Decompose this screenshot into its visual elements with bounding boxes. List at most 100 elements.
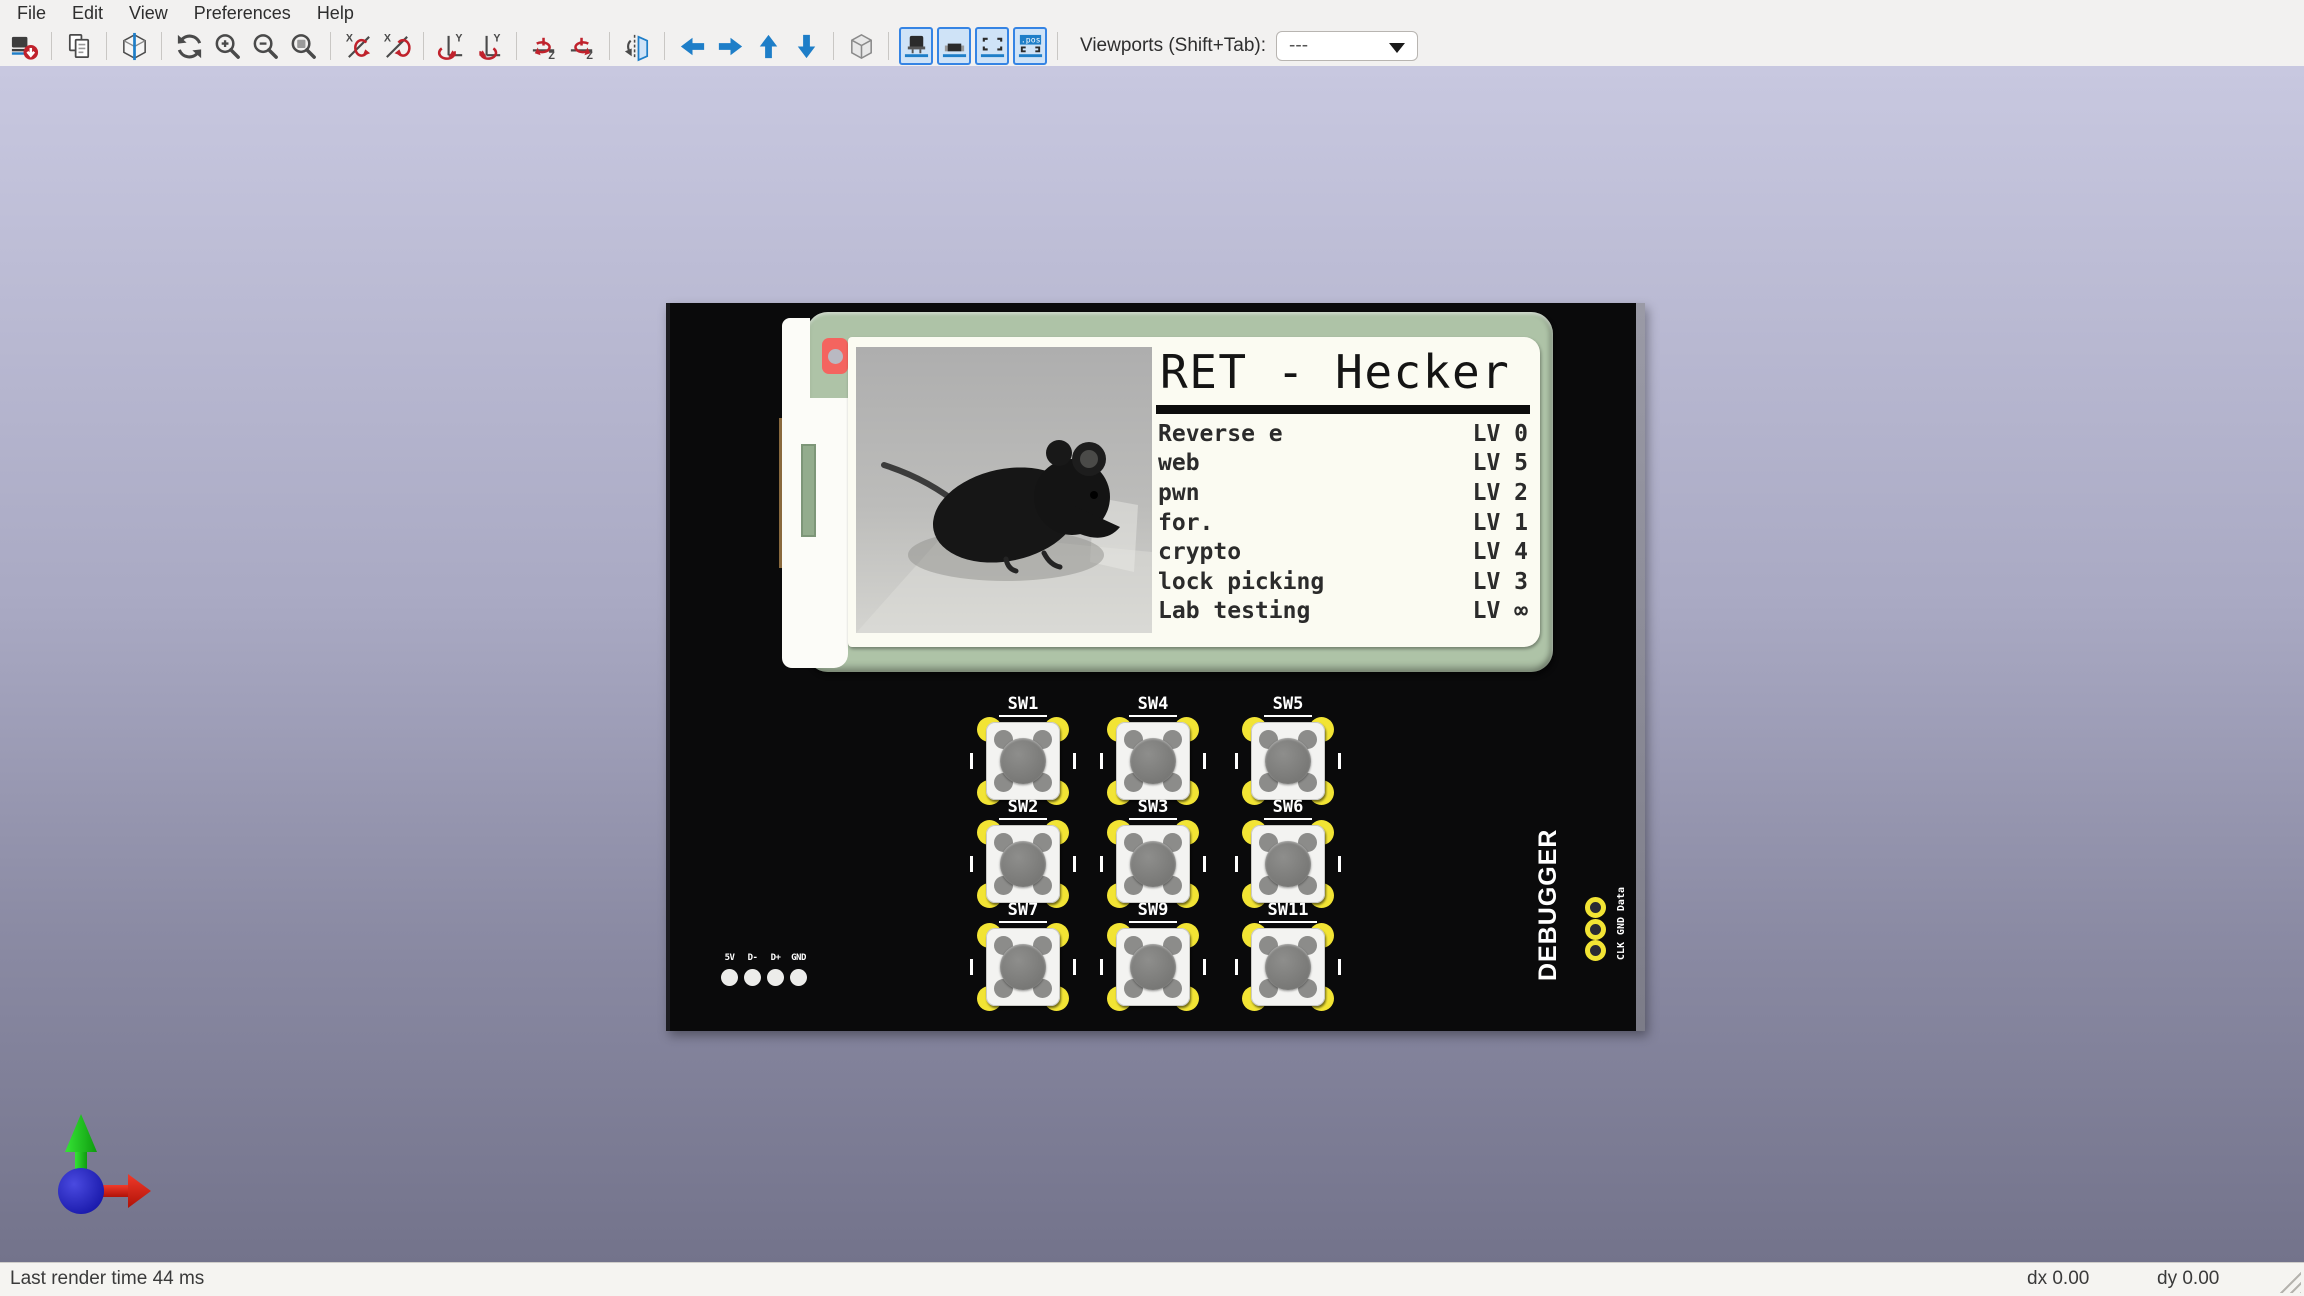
status-bar: Last render time 44 ms dx 0.00 dy 0.00 — [0, 1262, 2304, 1296]
tactile-switch-sw3[interactable]: SW3 — [1100, 797, 1206, 908]
usb-pad-gnd: GND — [787, 953, 810, 986]
skill-level: LV 3 — [1472, 568, 1528, 595]
switch-button[interactable] — [1265, 841, 1311, 887]
move-up-button[interactable] — [750, 28, 786, 64]
pad-label: D- — [747, 953, 758, 963]
switch-body[interactable] — [970, 820, 1076, 908]
zoom-in-button[interactable] — [209, 28, 245, 64]
menu-view[interactable]: View — [116, 0, 181, 26]
rotate-x-cw-button[interactable]: X — [340, 28, 376, 64]
raytracing-button[interactable] — [116, 28, 152, 64]
menu-preferences[interactable]: Preferences — [181, 0, 304, 26]
switch-body[interactable] — [1235, 923, 1341, 1011]
toolbar-separator — [1057, 32, 1058, 60]
display-title: RET - Hecker — [1160, 345, 1511, 399]
module-slot — [801, 444, 816, 537]
zoom-out-icon — [253, 33, 278, 59]
zoom-fit-icon — [291, 33, 316, 59]
tactile-switch-sw5[interactable]: SW5 — [1235, 694, 1341, 805]
switch-body[interactable] — [970, 717, 1076, 805]
redraw-button[interactable] — [171, 28, 207, 64]
pad-label: GND — [791, 953, 806, 963]
switch-body[interactable] — [1235, 820, 1341, 908]
rotate-z-cw-icon: Z — [532, 37, 555, 62]
title-divider — [1156, 405, 1530, 414]
show-virtual-models-toggle[interactable] — [975, 27, 1009, 65]
viewports-dropdown[interactable]: --- — [1276, 31, 1419, 61]
switch-button[interactable] — [1130, 944, 1176, 990]
switch-button[interactable] — [1000, 738, 1046, 784]
switch-body[interactable] — [970, 923, 1076, 1011]
move-right-button[interactable] — [712, 28, 748, 64]
skill-level: LV 2 — [1472, 479, 1528, 506]
svg-text:Y: Y — [493, 32, 500, 44]
reload-board-button[interactable] — [6, 28, 42, 64]
show-smd-models-toggle[interactable] — [937, 27, 971, 65]
switch-body[interactable] — [1100, 820, 1206, 908]
tactile-switch-sw1[interactable]: SW1 — [970, 694, 1076, 805]
rotate-z-ccw-button[interactable]: Z — [564, 28, 600, 64]
rotate-z-ccw-icon: Z — [570, 37, 593, 62]
tactile-switch-sw7[interactable]: SW7 — [970, 900, 1076, 1011]
switch-label: SW5 — [1263, 694, 1313, 717]
z-axis-sphere — [58, 1168, 104, 1214]
menu-edit[interactable]: Edit — [59, 0, 116, 26]
viewports-value: --- — [1289, 35, 1309, 56]
rotate-z-cw-button[interactable]: Z — [526, 28, 562, 64]
toolbar-separator — [423, 32, 424, 60]
skill-level: LV 5 — [1472, 450, 1528, 477]
switch-body[interactable] — [1100, 923, 1206, 1011]
skill-level: LV 1 — [1472, 509, 1528, 536]
toolbar-separator — [516, 32, 517, 60]
show-pos-models-toggle[interactable]: .pos — [1013, 27, 1047, 65]
zoom-out-button[interactable] — [247, 28, 283, 64]
tactile-switch-sw6[interactable]: SW6 — [1235, 797, 1341, 908]
menu-help[interactable]: Help — [304, 0, 367, 26]
resize-grip[interactable] — [2277, 1269, 2301, 1293]
rotate-x-ccw-button[interactable]: X — [378, 28, 414, 64]
tactile-switch-sw4[interactable]: SW4 — [1100, 694, 1206, 805]
skill-level: LV 0 — [1472, 420, 1528, 447]
orthographic-projection-button[interactable] — [843, 28, 879, 64]
debug-pin-data: Data — [1616, 887, 1627, 912]
3d-viewport[interactable]: RET - Hecker Reverse e LV 0 web LV 5 pwn… — [0, 66, 2304, 1262]
tactile-switch-sw9[interactable]: SW9 — [1100, 900, 1206, 1011]
svg-text:Z: Z — [548, 50, 555, 62]
tactile-switch-sw11[interactable]: SW11 — [1235, 900, 1341, 1011]
reload-board-icon — [11, 36, 38, 60]
pos-file-icon: .pos — [1018, 34, 1042, 57]
skill-row: for. LV 1 — [1158, 508, 1528, 538]
move-down-button[interactable] — [788, 28, 824, 64]
rotate-y-ccw-button[interactable]: Y — [471, 28, 507, 64]
copy-image-button[interactable] — [61, 28, 97, 64]
pcb-board[interactable]: RET - Hecker Reverse e LV 0 web LV 5 pwn… — [666, 303, 1645, 1031]
switch-button[interactable] — [1130, 738, 1176, 784]
toolbar-separator — [106, 32, 107, 60]
flip-board-button[interactable] — [619, 28, 655, 64]
switch-button[interactable] — [1000, 944, 1046, 990]
zoom-fit-button[interactable] — [285, 28, 321, 64]
switch-button[interactable] — [1000, 841, 1046, 887]
reset-button[interactable] — [822, 338, 848, 374]
svg-text:.pos: .pos — [1020, 34, 1040, 44]
menu-bar: File Edit View Preferences Help — [0, 0, 2304, 26]
switch-body[interactable] — [1100, 717, 1206, 805]
switch-button[interactable] — [1130, 841, 1176, 887]
virtual-component-icon — [980, 37, 1004, 57]
show-th-models-toggle[interactable] — [899, 27, 933, 65]
rotate-y-cw-button[interactable]: Y — [433, 28, 469, 64]
skill-row: pwn LV 2 — [1158, 478, 1528, 508]
zoom-in-icon — [215, 33, 240, 59]
toolbar-separator — [888, 32, 889, 60]
switch-label: SW4 — [1128, 694, 1178, 717]
usb-pad-5v: 5V — [718, 953, 741, 986]
switch-button[interactable] — [1265, 944, 1311, 990]
svg-text:X: X — [383, 32, 390, 44]
switch-button[interactable] — [1265, 738, 1311, 784]
axis-gizmo — [58, 1114, 151, 1214]
tactile-switch-sw2[interactable]: SW2 — [970, 797, 1076, 908]
menu-file[interactable]: File — [4, 0, 59, 26]
move-left-button[interactable] — [674, 28, 710, 64]
skill-name: pwn — [1158, 479, 1200, 506]
switch-body[interactable] — [1235, 717, 1341, 805]
